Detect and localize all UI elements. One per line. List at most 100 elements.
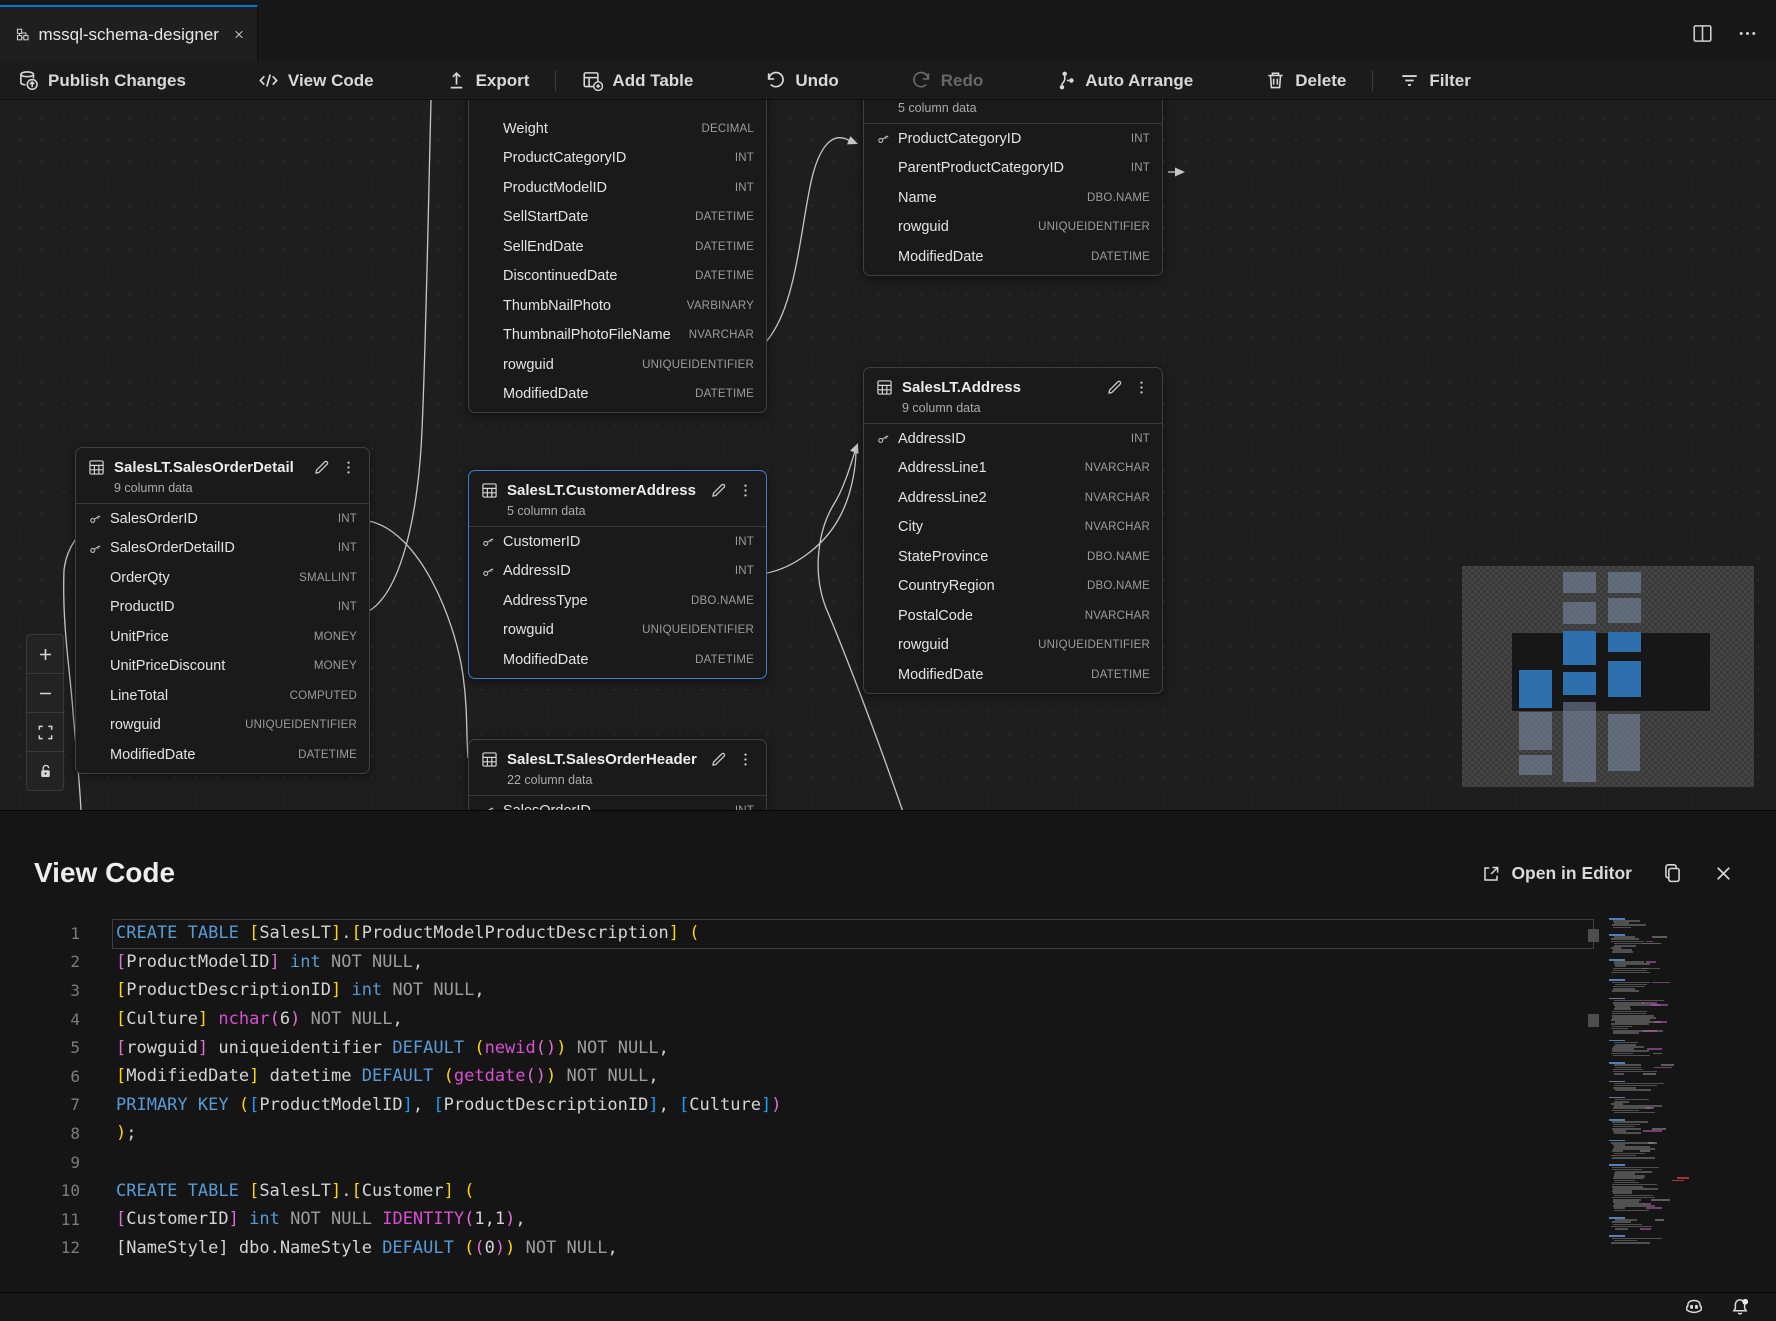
toolbar-undo-button[interactable]: Undo [765, 70, 838, 91]
column-row-rowguid[interactable]: rowguidUNIQUEIDENTIFIER [864, 631, 1162, 661]
column-row-ThumbnailPhotoFileName[interactable]: ThumbnailPhotoFileNameNVARCHAR [469, 321, 766, 351]
overview-ruler-mark [1588, 1014, 1599, 1027]
column-name: ModifiedDate [110, 747, 298, 763]
status-bar [0, 1292, 1776, 1321]
zoom-out-button[interactable] [27, 674, 63, 713]
edit-table-button[interactable] [710, 482, 727, 499]
line-number: 1 [0, 924, 80, 943]
column-row-AddressID[interactable]: AddressIDINT [469, 557, 766, 587]
column-row-ProductModelID[interactable]: ProductModelIDINT [469, 173, 766, 203]
column-row-AddressID[interactable]: AddressIDINT [864, 424, 1162, 454]
column-row-Weight[interactable]: WeightDECIMAL [469, 114, 766, 144]
toolbar-export-button[interactable]: Export [446, 70, 530, 91]
column-row-AddressLine1[interactable]: AddressLine1NVARCHAR [864, 454, 1162, 484]
lock-button[interactable] [27, 752, 63, 790]
schema-canvas[interactable]: WeightDECIMALProductCategoryIDINTProduct… [0, 100, 1776, 810]
column-row-rowguid[interactable]: rowguidUNIQUEIDENTIFIER [76, 711, 369, 741]
canvas-minimap[interactable] [1462, 566, 1754, 787]
table-card-sales-order-header[interactable]: SalesLT.SalesOrderHeader22 column dataSa… [468, 739, 767, 810]
column-row-SalesOrderID[interactable]: SalesOrderIDINT [469, 796, 766, 810]
line-number: 9 [0, 1153, 80, 1172]
column-row-ThumbNailPhoto[interactable]: ThumbNailPhotoVARBINARY [469, 291, 766, 321]
column-row-DiscontinuedDate[interactable]: DiscontinuedDateDATETIME [469, 262, 766, 292]
column-row-rowguid[interactable]: rowguidUNIQUEIDENTIFIER [864, 213, 1162, 243]
column-row-SalesOrderDetailID[interactable]: SalesOrderDetailIDINT [76, 534, 369, 564]
table-card-sales-order-detail[interactable]: SalesLT.SalesOrderDetail9 column dataSal… [75, 447, 370, 774]
toolbar-publish-changes-button[interactable]: Publish Changes [18, 70, 186, 91]
edit-table-button[interactable] [1106, 379, 1123, 396]
column-name: DiscontinuedDate [503, 268, 695, 284]
column-row-ProductCategoryID[interactable]: ProductCategoryIDINT [469, 144, 766, 174]
code-minimap[interactable] [1609, 916, 1689, 1260]
column-row-Name[interactable]: NameDBO.NAME [864, 183, 1162, 213]
tab-mssql-schema-designer[interactable]: mssql-schema-designer [0, 5, 258, 62]
bell-button[interactable] [1730, 1297, 1750, 1317]
column-row-CountryRegion[interactable]: CountryRegionDBO.NAME [864, 572, 1162, 602]
table-menu-button[interactable] [1133, 379, 1150, 396]
column-row-SellStartDate[interactable]: SellStartDateDATETIME [469, 203, 766, 233]
column-name: AddressLine1 [898, 460, 1085, 476]
column-row-ParentProductCategoryID[interactable]: ParentProductCategoryIDINT [864, 154, 1162, 184]
column-row-SalesOrderID[interactable]: SalesOrderIDINT [76, 504, 369, 534]
table-card-product[interactable]: WeightDECIMALProductCategoryIDINTProduct… [468, 100, 767, 413]
column-row-ModifiedDate[interactable]: ModifiedDateDATETIME [864, 660, 1162, 690]
column-row-City[interactable]: CityNVARCHAR [864, 513, 1162, 543]
column-row-ProductID[interactable]: ProductIDINT [76, 593, 369, 623]
minimap-table-rect [1519, 755, 1552, 775]
column-row-ModifiedDate[interactable]: ModifiedDateDATETIME [469, 645, 766, 675]
column-row-ModifiedDate[interactable]: ModifiedDateDATETIME [76, 740, 369, 770]
column-row-UnitPriceDiscount[interactable]: UnitPriceDiscountMONEY [76, 652, 369, 682]
toolbar-auto-arrange-button[interactable]: Auto Arrange [1055, 70, 1193, 91]
column-row-ProductCategoryID[interactable]: ProductCategoryIDINT [864, 124, 1162, 154]
column-row-UnitPrice[interactable]: UnitPriceMONEY [76, 622, 369, 652]
column-type: DBO.NAME [1087, 192, 1150, 204]
tab-close-button[interactable] [233, 26, 245, 43]
table-menu-button[interactable] [340, 459, 357, 476]
column-row-rowguid[interactable]: rowguidUNIQUEIDENTIFIER [469, 350, 766, 380]
toolbar-export-label: Export [476, 71, 530, 91]
column-name: ParentProductCategoryID [898, 160, 1131, 176]
table-menu-button[interactable] [737, 751, 754, 768]
copilot-button[interactable] [1684, 1297, 1704, 1317]
edit-table-button[interactable] [313, 459, 330, 476]
more-actions-button[interactable] [1737, 23, 1758, 44]
column-row-ModifiedDate[interactable]: ModifiedDateDATETIME [469, 380, 766, 410]
key-icon [481, 564, 496, 579]
column-name: ModifiedDate [898, 667, 1091, 683]
column-row-rowguid[interactable]: rowguidUNIQUEIDENTIFIER [469, 616, 766, 646]
column-row-AddressType[interactable]: AddressTypeDBO.NAME [469, 586, 766, 616]
line-number: 12 [0, 1238, 80, 1257]
column-row-OrderQty[interactable]: OrderQtySMALLINT [76, 563, 369, 593]
pk-slot-empty [481, 386, 503, 402]
column-row-LineTotal[interactable]: LineTotalCOMPUTED [76, 681, 369, 711]
column-row-SellEndDate[interactable]: SellEndDateDATETIME [469, 232, 766, 262]
table-card-customer-address[interactable]: SalesLT.CustomerAddress5 column dataCust… [468, 470, 767, 679]
table-card-product-category[interactable]: 5 column dataProductCategoryIDINTParentP… [863, 100, 1163, 276]
column-row-PostalCode[interactable]: PostalCodeNVARCHAR [864, 601, 1162, 631]
column-row-StateProvince[interactable]: StateProvinceDBO.NAME [864, 542, 1162, 572]
sql-code-editor[interactable]: 1CREATE TABLE [SalesLT].[ProductModelPro… [0, 919, 1590, 1262]
column-row-ModifiedDate[interactable]: ModifiedDateDATETIME [864, 242, 1162, 272]
column-type: COMPUTED [290, 690, 357, 702]
key-icon [481, 534, 496, 549]
zoom-in-button[interactable] [27, 635, 63, 674]
toolbar-view-code-label: View Code [288, 71, 374, 91]
column-name: ProductID [110, 599, 338, 615]
toolbar-redo-button[interactable]: Redo [911, 70, 984, 91]
close-panel-button[interactable] [1713, 863, 1734, 884]
table-card-address[interactable]: SalesLT.Address9 column dataAddressIDINT… [863, 367, 1163, 694]
key-icon [88, 541, 103, 556]
toolbar-view-code-button[interactable]: View Code [258, 70, 374, 91]
split-editor-button[interactable] [1692, 23, 1713, 44]
toolbar-delete-button[interactable]: Delete [1265, 70, 1346, 91]
table-menu-button[interactable] [737, 482, 754, 499]
open-in-editor-button[interactable]: Open in Editor [1481, 863, 1632, 884]
code-line-10: 10CREATE TABLE [SalesLT].[Customer] ( [0, 1176, 1590, 1205]
column-row-AddressLine2[interactable]: AddressLine2NVARCHAR [864, 483, 1162, 513]
edit-table-button[interactable] [710, 751, 727, 768]
toolbar-add-table-button[interactable]: Add Table [582, 70, 693, 91]
toolbar-filter-button[interactable]: Filter [1399, 70, 1471, 91]
column-row-CustomerID[interactable]: CustomerIDINT [469, 527, 766, 557]
fit-view-button[interactable] [27, 713, 63, 752]
copy-code-button[interactable] [1662, 863, 1683, 884]
